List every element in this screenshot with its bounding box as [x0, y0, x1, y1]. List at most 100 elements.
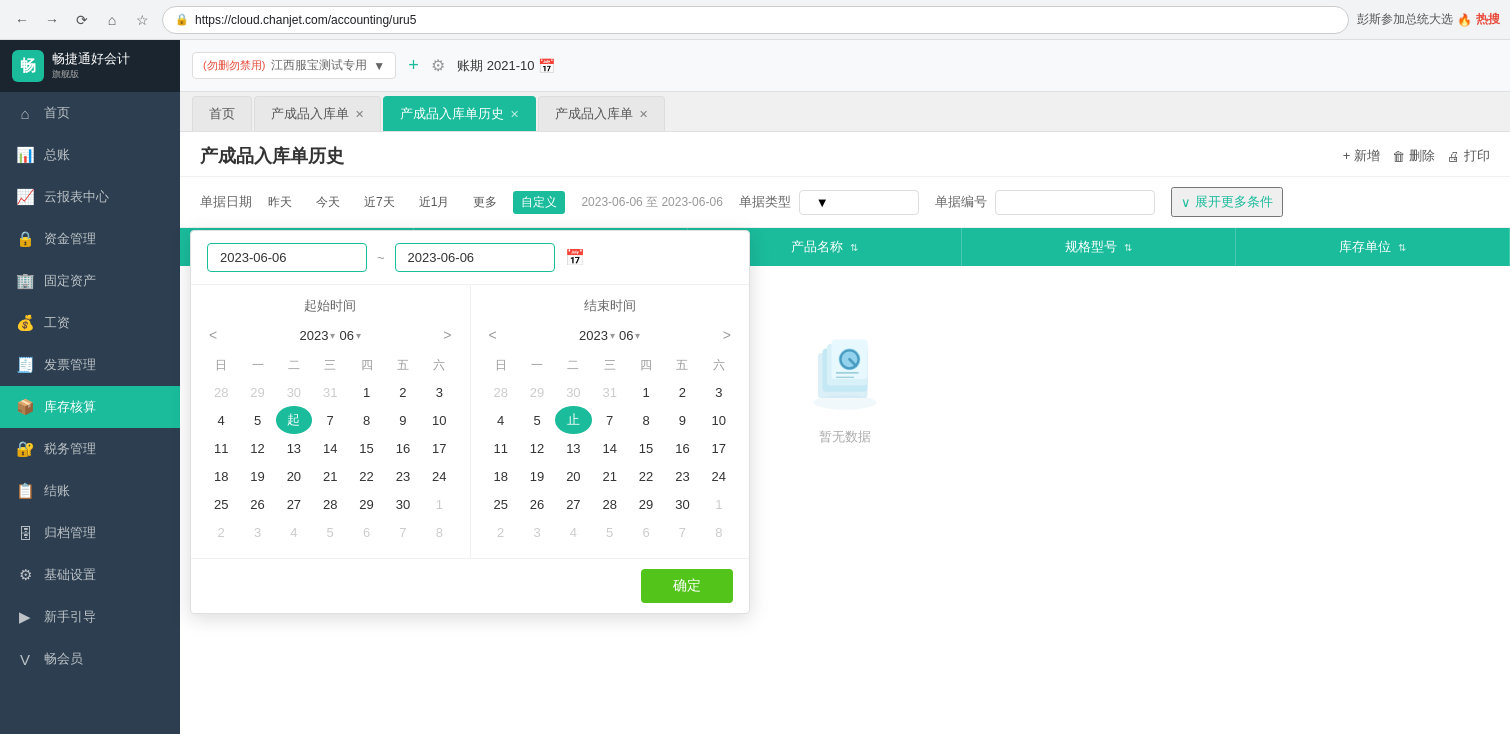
bookmark-button[interactable]: ☆	[130, 8, 154, 32]
calendar-day[interactable]: 20	[555, 462, 591, 490]
calendar-day[interactable]: 25	[483, 490, 519, 518]
calendar-day[interactable]: 7	[664, 518, 700, 546]
sidebar-item-inventory[interactable]: 📦 库存核算	[0, 386, 180, 428]
calendar-day[interactable]: 31	[312, 378, 348, 406]
company-selector[interactable]: (勿删勿禁用) 江西服宝测试专用 ▼	[192, 52, 396, 79]
calendar-day[interactable]: 1	[628, 378, 664, 406]
calendar-day[interactable]: 4	[203, 406, 239, 434]
calendar-day[interactable]: 7	[385, 518, 421, 546]
tab-product-new-close[interactable]: ✕	[639, 108, 648, 121]
calendar-day[interactable]: 12	[519, 434, 555, 462]
tab-product-history-close[interactable]: ✕	[510, 108, 519, 121]
type-selector[interactable]: ▼	[799, 190, 919, 215]
sort-unit-icon[interactable]: ⇅	[1398, 242, 1406, 253]
settings-gear-icon[interactable]: ⚙	[431, 56, 445, 75]
calendar-day[interactable]: 30	[385, 490, 421, 518]
number-input[interactable]	[995, 190, 1155, 215]
sidebar-item-checkout[interactable]: 📋 结账	[0, 470, 180, 512]
calendar-day[interactable]: 8	[421, 518, 457, 546]
sidebar-item-funds[interactable]: 🔒 资金管理	[0, 218, 180, 260]
calendar-day[interactable]: 25	[203, 490, 239, 518]
calendar-day[interactable]: 4	[483, 406, 519, 434]
calendar-day[interactable]: 18	[203, 462, 239, 490]
home-button[interactable]: ⌂	[100, 8, 124, 32]
refresh-button[interactable]: ⟳	[70, 8, 94, 32]
sidebar-item-invoice[interactable]: 🧾 发票管理	[0, 344, 180, 386]
tab-product-new[interactable]: 产成品入库单 ✕	[538, 96, 665, 131]
start-month-select[interactable]: 06 ▾	[339, 328, 360, 343]
calendar-day[interactable]: 起	[276, 406, 312, 434]
calendar-day[interactable]: 16	[385, 434, 421, 462]
add-company-button[interactable]: +	[408, 55, 419, 76]
calendar-day[interactable]: 2	[203, 518, 239, 546]
calendar-day[interactable]: 21	[592, 462, 628, 490]
calendar-day[interactable]: 18	[483, 462, 519, 490]
print-button[interactable]: 🖨 打印	[1447, 147, 1490, 165]
calendar-day[interactable]: 28	[312, 490, 348, 518]
calendar-day[interactable]: 30	[555, 378, 591, 406]
last1m-btn[interactable]: 近1月	[411, 191, 458, 214]
sidebar-item-assets[interactable]: 🏢 固定资产	[0, 260, 180, 302]
sidebar-item-archive[interactable]: 🗄 归档管理	[0, 512, 180, 554]
start-next-month-btn[interactable]: >	[437, 325, 457, 345]
sort-name-icon[interactable]: ⇅	[850, 242, 858, 253]
calendar-day[interactable]: 11	[483, 434, 519, 462]
calendar-day[interactable]: 17	[421, 434, 457, 462]
calendar-day[interactable]: 2	[483, 518, 519, 546]
calendar-input-icon[interactable]: 📅	[565, 248, 585, 267]
calendar-day[interactable]: 23	[385, 462, 421, 490]
calendar-day[interactable]: 10	[421, 406, 457, 434]
sidebar-item-guide[interactable]: ▶ 新手引导	[0, 596, 180, 638]
calendar-day[interactable]: 29	[519, 378, 555, 406]
calendar-day[interactable]: 13	[555, 434, 591, 462]
calendar-day[interactable]: 3	[701, 378, 737, 406]
calendar-day[interactable]: 29	[628, 490, 664, 518]
start-prev-year-btn[interactable]: <	[203, 325, 223, 345]
calendar-day[interactable]: 2	[664, 378, 700, 406]
calendar-day[interactable]: 30	[276, 378, 312, 406]
calendar-day[interactable]: 1	[421, 490, 457, 518]
tab-product-list-close[interactable]: ✕	[355, 108, 364, 121]
calendar-day[interactable]: 6	[348, 518, 384, 546]
end-prev-year-btn[interactable]: <	[483, 325, 503, 345]
calendar-day[interactable]: 30	[664, 490, 700, 518]
calendar-day[interactable]: 3	[519, 518, 555, 546]
sidebar-item-member[interactable]: V 畅会员	[0, 638, 180, 680]
end-next-month-btn[interactable]: >	[717, 325, 737, 345]
today-btn[interactable]: 今天	[308, 191, 348, 214]
calendar-day[interactable]: 15	[348, 434, 384, 462]
sidebar-item-settings[interactable]: ⚙ 基础设置	[0, 554, 180, 596]
start-date-input[interactable]	[207, 243, 367, 272]
sort-spec-icon[interactable]: ⇅	[1124, 242, 1132, 253]
sidebar-item-ledger[interactable]: 📊 总账	[0, 134, 180, 176]
calendar-day[interactable]: 24	[421, 462, 457, 490]
calendar-day[interactable]: 13	[276, 434, 312, 462]
sidebar-item-home[interactable]: ⌂ 首页	[0, 92, 180, 134]
calendar-day[interactable]: 5	[312, 518, 348, 546]
calendar-day[interactable]: 11	[203, 434, 239, 462]
calendar-day[interactable]: 22	[628, 462, 664, 490]
calendar-day[interactable]: 3	[239, 518, 275, 546]
calendar-day[interactable]: 29	[239, 378, 275, 406]
calendar-day[interactable]: 8	[348, 406, 384, 434]
calendar-day[interactable]: 2	[385, 378, 421, 406]
calendar-day[interactable]: 4	[555, 518, 591, 546]
calendar-day[interactable]: 4	[276, 518, 312, 546]
custom-btn[interactable]: 自定义	[513, 191, 565, 214]
add-button[interactable]: + 新增	[1343, 147, 1380, 165]
calendar-day[interactable]: 10	[701, 406, 737, 434]
calendar-day[interactable]: 20	[276, 462, 312, 490]
calendar-day[interactable]: 27	[276, 490, 312, 518]
calendar-day[interactable]: 23	[664, 462, 700, 490]
calendar-day[interactable]: 15	[628, 434, 664, 462]
calendar-day[interactable]: 29	[348, 490, 384, 518]
yesterday-btn[interactable]: 昨天	[260, 191, 300, 214]
calendar-day[interactable]: 9	[664, 406, 700, 434]
calendar-day[interactable]: 12	[239, 434, 275, 462]
more-btn[interactable]: 更多	[465, 191, 505, 214]
calendar-day[interactable]: 6	[628, 518, 664, 546]
calendar-day[interactable]: 1	[701, 490, 737, 518]
calendar-day[interactable]: 7	[312, 406, 348, 434]
end-date-input[interactable]	[395, 243, 555, 272]
calendar-day[interactable]: 28	[203, 378, 239, 406]
